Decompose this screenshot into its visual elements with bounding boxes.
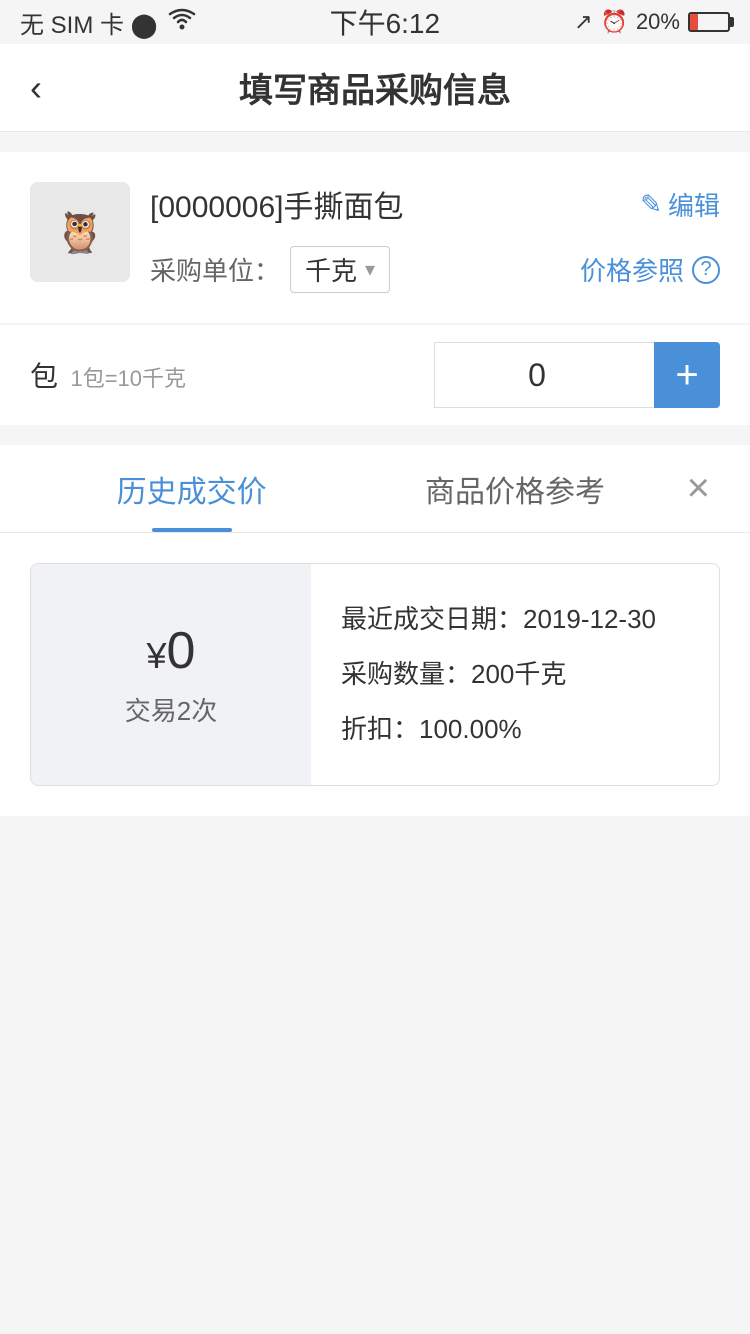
tab-bar: 历史成交价 商品价格参考 × (0, 445, 750, 533)
chevron-down-icon: ▾ (365, 257, 375, 282)
sim-status: 无 SIM 卡 ⬤ (20, 5, 158, 40)
purchase-quantity-key: 采购数量： (341, 659, 471, 689)
history-card: ¥0 交易2次 最近成交日期：2019-12-30 采购数量：200千克 折扣：… (30, 563, 720, 786)
unit-select[interactable]: 千克 ▾ (290, 246, 390, 293)
trade-count: 交易2次 (125, 691, 217, 728)
discount-key: 折扣： (341, 714, 419, 744)
alarm-icon: ⏰ (601, 9, 628, 35)
page-title: 填写商品采购信息 (239, 63, 511, 112)
product-unit-row: 采购单位： 千克 ▾ 价格参照 ? (150, 246, 720, 293)
quantity-row: 包 1包=10千克 + (0, 325, 750, 425)
tab-section: 历史成交价 商品价格参考 × ¥0 交易2次 最近成交日期：2019-12-30… (0, 445, 750, 816)
discount-value: 100.00% (419, 714, 522, 744)
price-ref-label: 价格参照 (580, 251, 684, 288)
quantity-input[interactable] (434, 342, 654, 408)
tab-active-indicator (152, 528, 232, 532)
tab-history-price[interactable]: 历史成交价 (30, 445, 353, 532)
price-value: 0 (167, 622, 196, 680)
last-trade-date-key: 最近成交日期： (341, 604, 523, 634)
quantity-conversion: 1包=10千克 (70, 366, 186, 391)
status-right: ↗ ⏰ 20% (574, 9, 730, 35)
purchase-quantity: 采购数量：200千克 (341, 655, 689, 694)
product-icon-symbol: 🦉 (55, 209, 105, 256)
status-bar: 无 SIM 卡 ⬤ 下午6:12 ↗ ⏰ 20% (0, 0, 750, 44)
quantity-input-wrap: + (206, 342, 720, 408)
discount-rate: 折扣：100.00% (341, 710, 689, 749)
product-card: 🦉 [0000006]手撕面包 ✎ 编辑 采购单位： 千克 ▾ 价格参照 ? (0, 152, 750, 323)
product-info: [0000006]手撕面包 ✎ 编辑 采购单位： 千克 ▾ 价格参照 ? (150, 182, 720, 293)
nav-bar: ‹ 填写商品采购信息 (0, 44, 750, 132)
unit-label: 采购单位： (150, 251, 280, 288)
wifi-icon (168, 8, 196, 37)
quantity-label-wrap: 包 1包=10千克 (30, 355, 186, 395)
history-price-display: ¥0 (147, 621, 196, 681)
tab-price-reference[interactable]: 商品价格参考 (353, 445, 676, 532)
history-detail-panel: 最近成交日期：2019-12-30 采购数量：200千克 折扣：100.00% (311, 564, 719, 785)
tab-reference-label: 商品价格参考 (425, 467, 605, 511)
edit-icon: ✎ (640, 189, 662, 220)
tab-history-label: 历史成交价 (117, 467, 267, 511)
battery-icon (688, 12, 730, 32)
back-button[interactable]: ‹ (30, 67, 42, 109)
location-icon: ↗ (574, 9, 592, 35)
quantity-plus-button[interactable]: + (654, 342, 720, 408)
battery-percent: 20% (636, 9, 680, 35)
product-image: 🦉 (30, 182, 130, 282)
last-trade-date-value: 2019-12-30 (523, 604, 656, 634)
status-time: 下午6:12 (330, 2, 441, 42)
product-name: [0000006]手撕面包 (150, 182, 403, 226)
edit-label: 编辑 (668, 186, 720, 223)
last-trade-date: 最近成交日期：2019-12-30 (341, 600, 689, 639)
currency-symbol: ¥ (147, 635, 167, 676)
tab-close-button[interactable]: × (677, 466, 720, 511)
status-left: 无 SIM 卡 ⬤ (20, 5, 196, 40)
edit-button[interactable]: ✎ 编辑 (640, 186, 720, 223)
history-price-panel: ¥0 交易2次 (31, 564, 311, 785)
unit-value: 千克 (305, 251, 357, 288)
price-reference-button[interactable]: 价格参照 ? (580, 251, 720, 288)
purchase-quantity-value: 200千克 (471, 659, 566, 689)
history-content: ¥0 交易2次 最近成交日期：2019-12-30 采购数量：200千克 折扣：… (0, 533, 750, 816)
product-header: [0000006]手撕面包 ✎ 编辑 (150, 182, 720, 226)
quantity-unit-label: 包 (30, 361, 58, 392)
price-ref-help-icon: ? (692, 256, 720, 284)
